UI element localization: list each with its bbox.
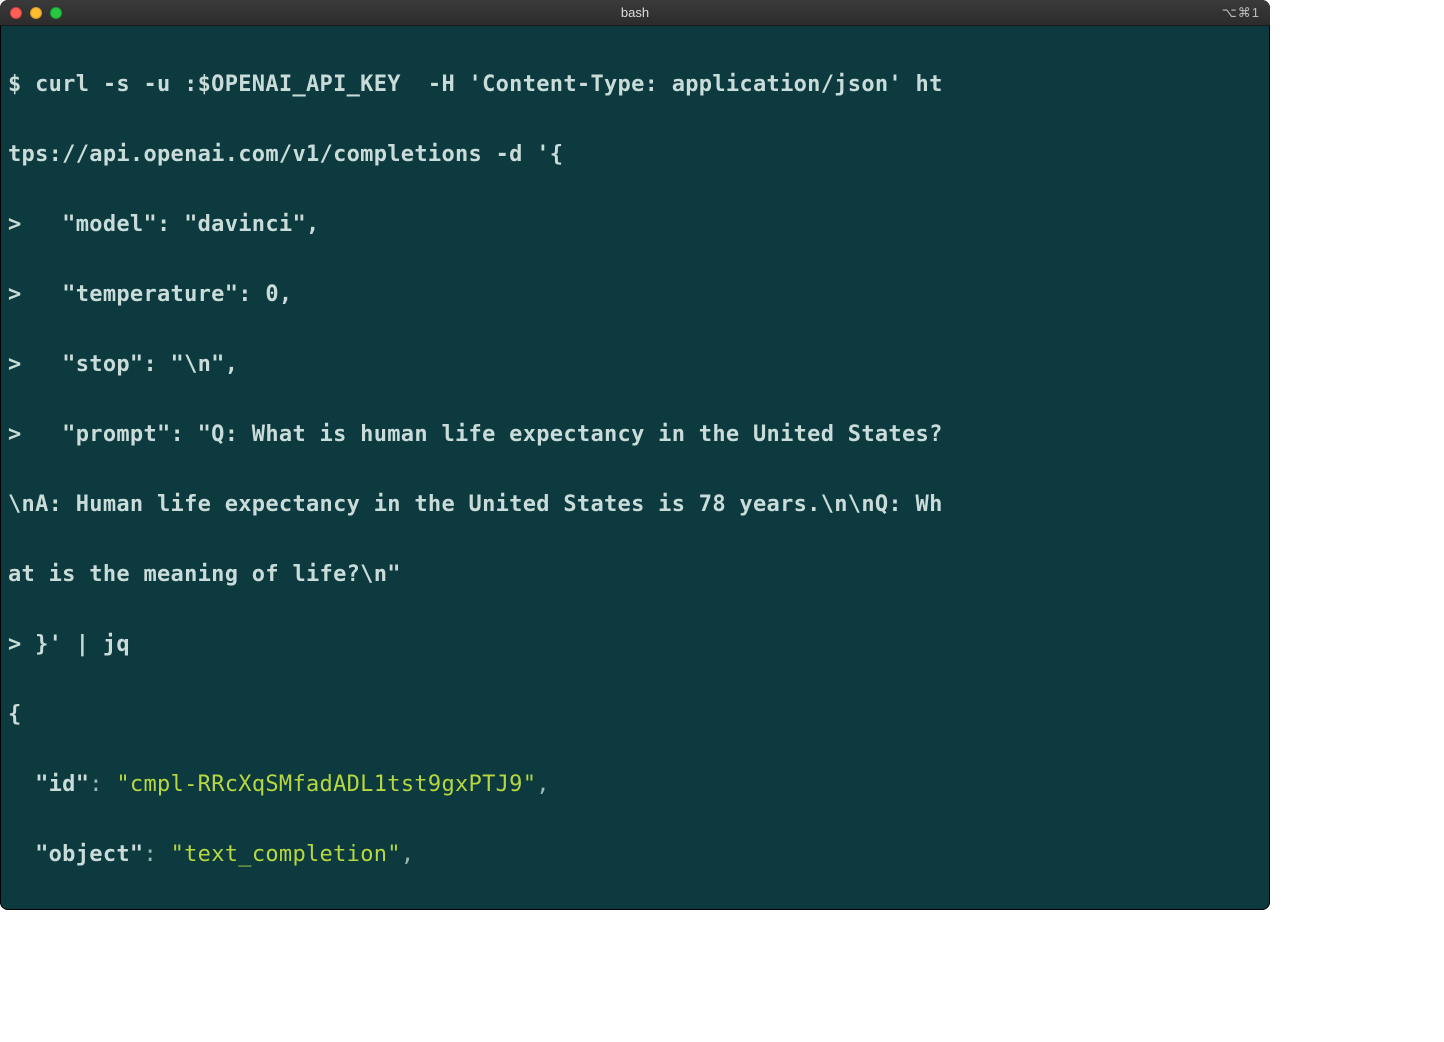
- minimize-icon[interactable]: [30, 7, 42, 19]
- titlebar: bash ⌥⌘1: [0, 0, 1270, 26]
- command-line: $ curl -s -u :$OPENAI_API_KEY -H 'Conten…: [8, 67, 1262, 102]
- command-line: > "prompt": "Q: What is human life expec…: [8, 417, 1262, 452]
- command-line: > }' | jq: [8, 627, 1262, 662]
- close-icon[interactable]: [10, 7, 22, 19]
- command-line: \nA: Human life expectancy in the United…: [8, 487, 1262, 522]
- window-shortcut-hint: ⌥⌘1: [1222, 5, 1260, 21]
- command-line: > "temperature": 0,: [8, 277, 1262, 312]
- json-line: {: [8, 697, 1262, 732]
- json-line: "created": 1591865181,: [8, 907, 1262, 910]
- json-line: "object": "text_completion",: [8, 837, 1262, 872]
- command-line: > "model": "davinci",: [8, 207, 1262, 242]
- window-controls: [10, 7, 62, 19]
- command-line: > "stop": "\n",: [8, 347, 1262, 382]
- command-line: at is the meaning of life?\n": [8, 557, 1262, 592]
- window-title: bash: [0, 5, 1270, 20]
- terminal-body[interactable]: $ curl -s -u :$OPENAI_API_KEY -H 'Conten…: [0, 26, 1270, 910]
- zoom-icon[interactable]: [50, 7, 62, 19]
- json-line: "id": "cmpl-RRcXqSMfadADL1tst9gxPTJ9",: [8, 767, 1262, 802]
- command-line: tps://api.openai.com/v1/completions -d '…: [8, 137, 1262, 172]
- terminal-window: bash ⌥⌘1 $ curl -s -u :$OPENAI_API_KEY -…: [0, 0, 1270, 910]
